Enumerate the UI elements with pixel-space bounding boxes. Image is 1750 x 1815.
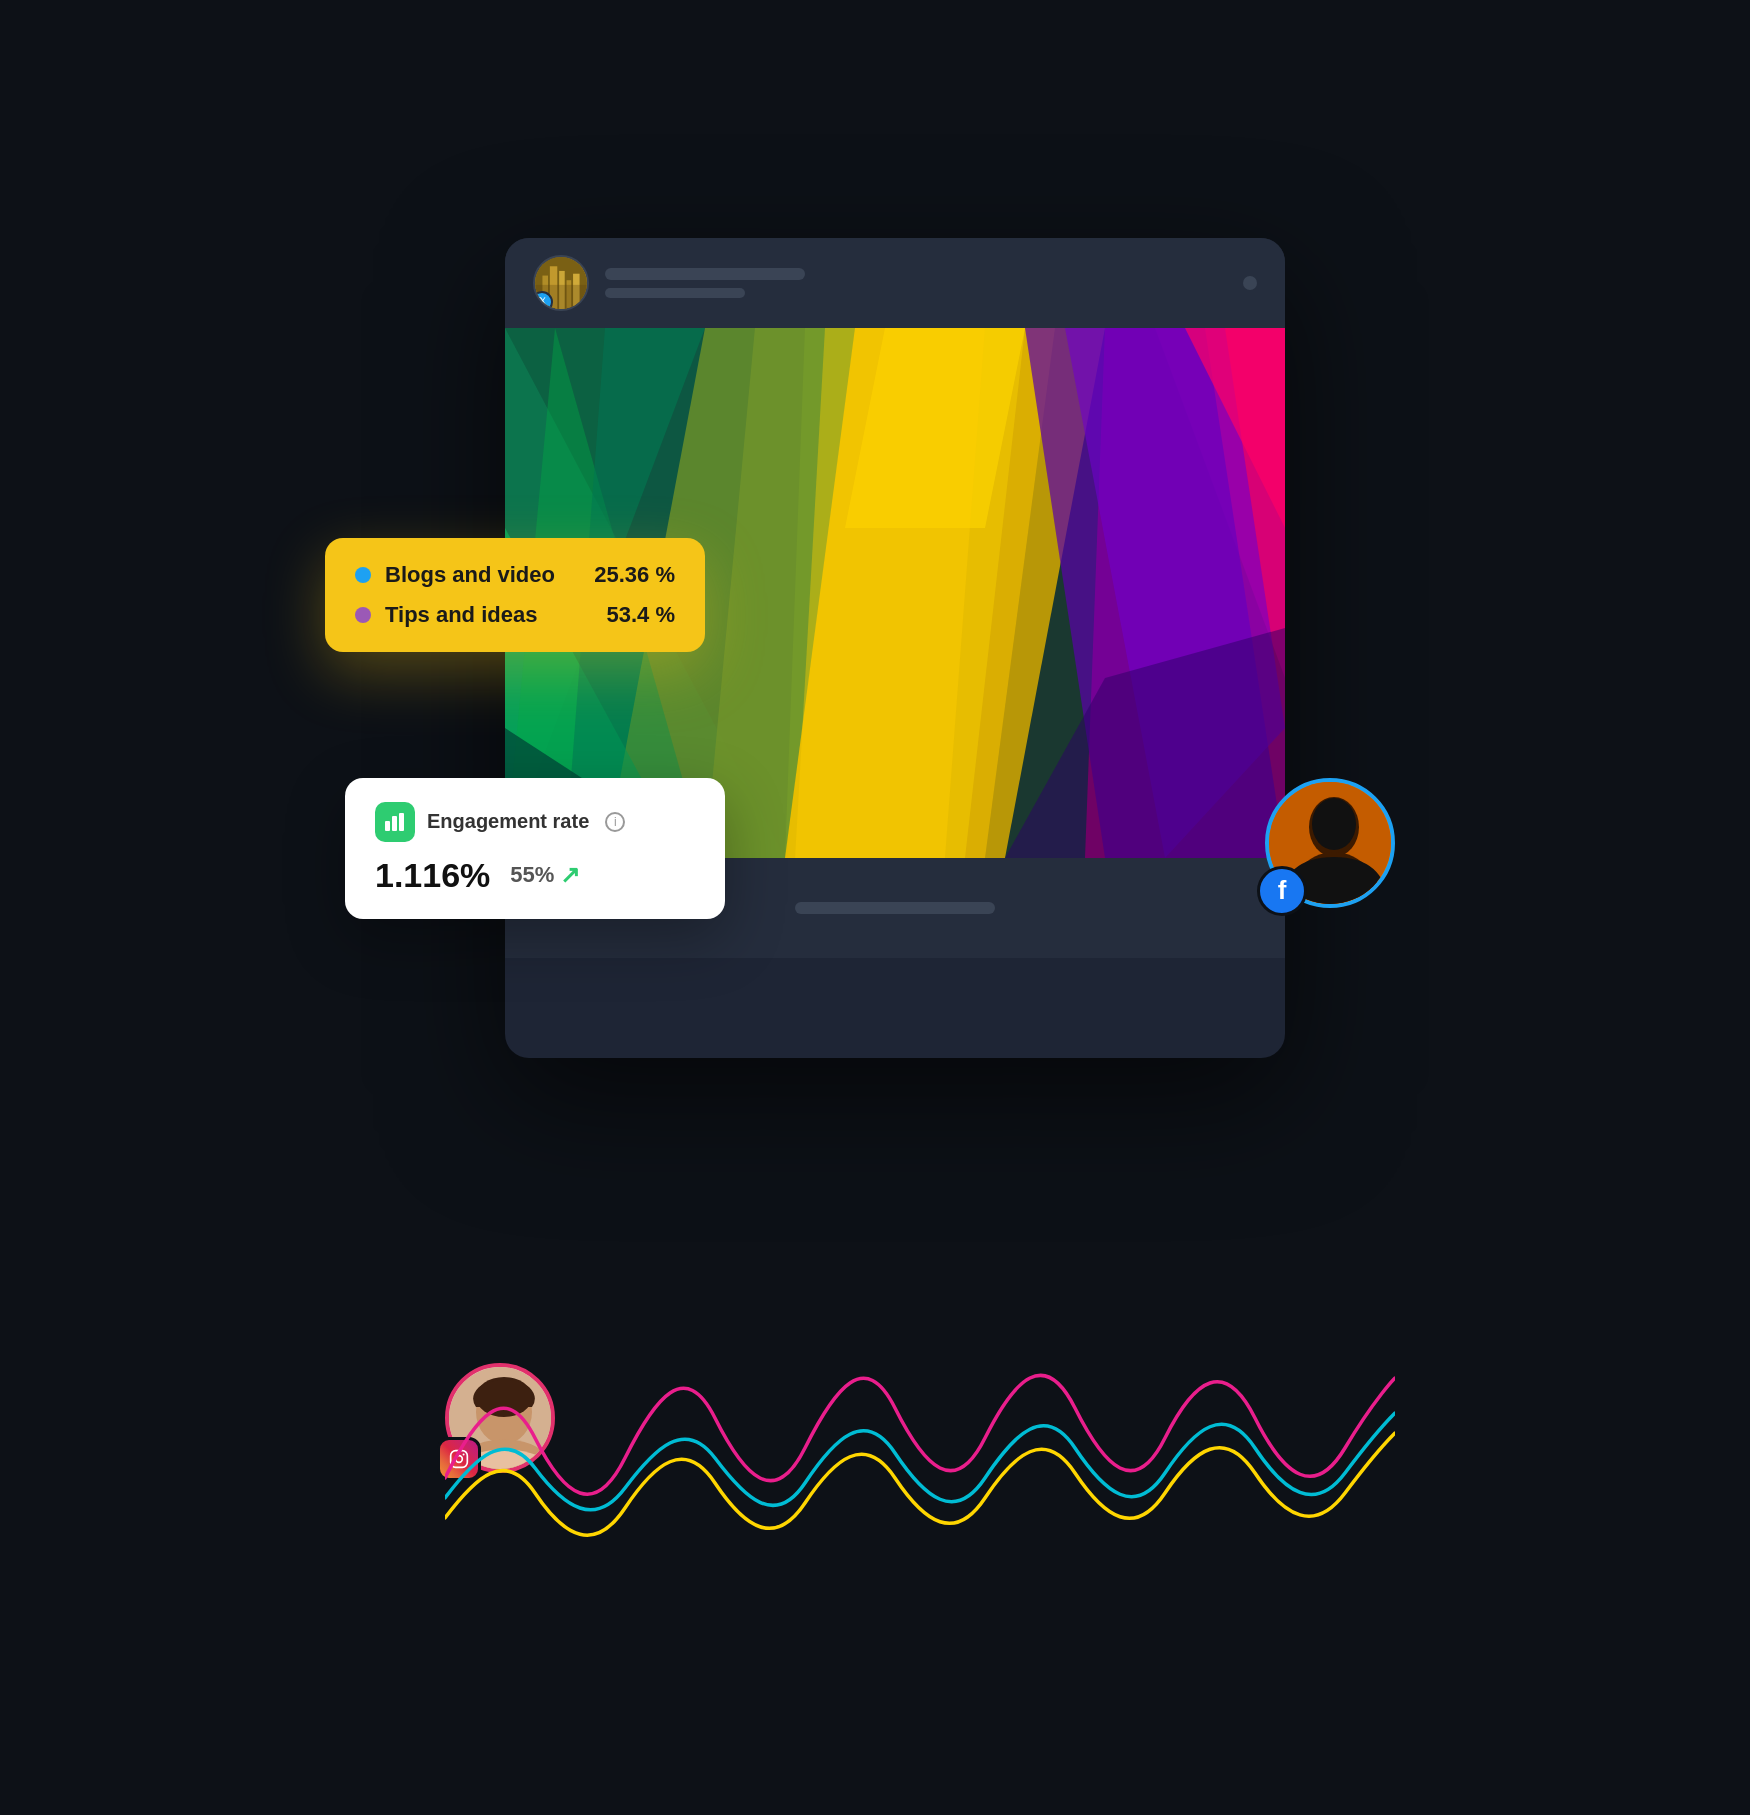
wave-chart-area (445, 1298, 1395, 1578)
engagement-big-value: 1.116% (375, 856, 490, 895)
engagement-title: Engagement rate (427, 810, 589, 833)
svg-rect-25 (385, 821, 390, 831)
blogs-value: 25.36 % (594, 562, 675, 588)
twitter-badge: 𝕏 (533, 291, 553, 311)
chart-icon-box (375, 802, 415, 842)
blogs-label: Blogs and video (385, 562, 580, 588)
tips-label: Tips and ideas (385, 602, 593, 628)
bar-chart-icon (384, 811, 406, 833)
engagement-values: 1.116% 55% ↗ (375, 856, 695, 895)
change-value: 55% (510, 862, 554, 888)
wave-chart-svg (445, 1298, 1395, 1578)
svg-rect-27 (399, 813, 404, 831)
stats-card: Blogs and video 25.36 % Tips and ideas 5… (325, 538, 705, 652)
main-scene: 𝕏 (325, 158, 1425, 1658)
header-dot (1243, 276, 1257, 290)
engagement-header: Engagement rate i (375, 802, 695, 842)
stats-row-tips: Tips and ideas 53.4 % (355, 602, 675, 628)
twitter-avatar-container: 𝕏 (533, 255, 589, 311)
header-line-2 (605, 288, 745, 298)
facebook-profile-container: f (1265, 778, 1395, 908)
facebook-badge: f (1257, 866, 1307, 916)
stats-row-blogs: Blogs and video 25.36 % (355, 562, 675, 588)
info-icon: i (605, 812, 625, 832)
header-lines (605, 268, 1227, 298)
percent-change: 55% ↗ (510, 861, 580, 889)
dot-blue-blogs (355, 567, 371, 583)
svg-point-32 (1312, 798, 1356, 850)
browser-header: 𝕏 (505, 238, 1285, 328)
dot-purple-tips (355, 607, 371, 623)
tips-value: 53.4 % (607, 602, 676, 628)
engagement-card: Engagement rate i 1.116% 55% ↗ (345, 778, 725, 919)
pink-wave (445, 1375, 1395, 1494)
bottom-bar-line (795, 902, 995, 914)
header-line-1 (605, 268, 805, 280)
arrow-up-icon: ↗ (560, 861, 580, 889)
svg-rect-26 (392, 816, 397, 831)
